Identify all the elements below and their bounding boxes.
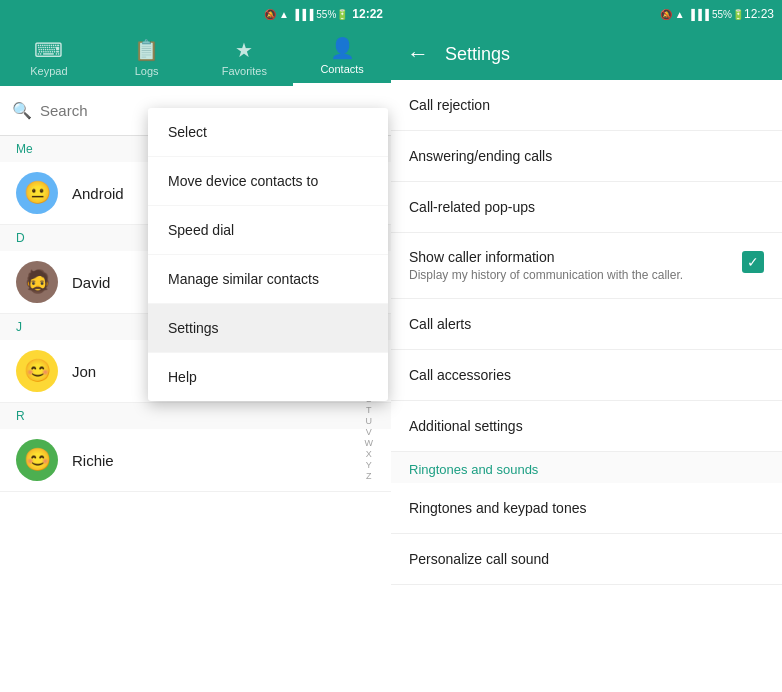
right-mute-icon: 🔕 [660,9,672,20]
left-panel: 🔕 ▲ ▐▐▐ 12:22 55%🔋 12:22 ⌨ Keypad 📋 Logs… [0,0,391,692]
search-icon: 🔍 [12,101,32,120]
tab-favorites-label: Favorites [222,65,267,77]
settings-list: Call rejection Answering/ending calls Ca… [391,80,782,692]
contact-david-name: David [72,274,110,291]
right-wifi-icon: ▲ [675,9,685,20]
avatar-david: 🧔 [16,261,58,303]
caller-info-title: Show caller information [409,249,683,265]
contact-jon-name: Jon [72,363,96,380]
right-status-icons: 🔕 ▲ ▐▐▐ 55%🔋 [660,9,744,20]
contact-richie[interactable]: 😊 Richie [0,429,391,492]
left-time: 12:22 [352,7,383,21]
settings-header: ← Settings [391,28,782,80]
contact-android-name: Android [72,185,124,202]
avatar-android: 😐 [16,172,58,214]
alpha-U[interactable]: U [366,416,373,426]
setting-answering-ending[interactable]: Answering/ending calls [391,131,782,182]
tab-logs-label: Logs [135,65,159,77]
setting-ringtones-keypad[interactable]: Ringtones and keypad tones [391,483,782,534]
tab-favorites[interactable]: ★ Favorites [196,28,294,86]
left-status-icons: 🔕 ▲ ▐▐▐ 12:22 55%🔋 [264,9,348,20]
right-panel: 🔕 ▲ ▐▐▐ 55%🔋 12:23 ← Settings Call rejec… [391,0,782,692]
alpha-Z[interactable]: Z [366,471,372,481]
setting-caller-info[interactable]: Show caller information Display my histo… [391,233,782,299]
setting-call-rejection[interactable]: Call rejection [391,80,782,131]
setting-additional[interactable]: Additional settings [391,401,782,452]
mute-icon: 🔕 [264,9,276,20]
section-ringtones-header: Ringtones and sounds [391,452,782,483]
contacts-icon: 👤 [330,36,355,60]
menu-help[interactable]: Help [148,353,388,401]
alpha-V[interactable]: V [366,427,372,437]
tab-contacts[interactable]: 👤 Contacts [293,28,391,86]
right-status-bar: 🔕 ▲ ▐▐▐ 55%🔋 12:23 [391,0,782,28]
menu-settings[interactable]: Settings [148,304,388,353]
alpha-W[interactable]: W [365,438,374,448]
left-status-bar: 🔕 ▲ ▐▐▐ 12:22 55%🔋 12:22 [0,0,391,28]
logs-icon: 📋 [134,38,159,62]
setting-personalize-call[interactable]: Personalize call sound [391,534,782,585]
battery-icon: 55%🔋 [316,9,348,20]
tab-contacts-label: Contacts [320,63,363,75]
signal-icon: ▐▐▐ [292,9,313,20]
avatar-jon: 😊 [16,350,58,392]
section-header-r: R [0,403,391,429]
menu-select[interactable]: Select [148,108,388,157]
tab-keypad-label: Keypad [30,65,67,77]
keypad-icon: ⌨ [34,38,63,62]
menu-move[interactable]: Move device contacts to [148,157,388,206]
setting-call-accessories[interactable]: Call accessories [391,350,782,401]
menu-manage-similar[interactable]: Manage similar contacts [148,255,388,304]
menu-speed-dial[interactable]: Speed dial [148,206,388,255]
setting-call-popups[interactable]: Call-related pop-ups [391,182,782,233]
right-battery-icon: 55%🔋 [712,9,744,20]
tab-logs[interactable]: 📋 Logs [98,28,196,86]
avatar-richie: 😊 [16,439,58,481]
tab-keypad[interactable]: ⌨ Keypad [0,28,98,86]
dropdown-menu: Select Move device contacts to Speed dia… [148,108,388,401]
caller-info-checkbox[interactable]: ✓ [742,251,764,273]
right-signal-icon: ▐▐▐ [688,9,709,20]
alpha-X[interactable]: X [366,449,372,459]
alpha-Y[interactable]: Y [366,460,372,470]
contact-richie-name: Richie [72,452,114,469]
favorites-icon: ★ [235,38,253,62]
alpha-T[interactable]: T [366,405,372,415]
settings-title: Settings [445,44,510,65]
back-button[interactable]: ← [407,41,429,67]
setting-call-alerts[interactable]: Call alerts [391,299,782,350]
caller-info-subtitle: Display my history of communication with… [409,268,683,282]
tab-bar: ⌨ Keypad 📋 Logs ★ Favorites 👤 Contacts [0,28,391,86]
right-time: 12:23 [744,7,774,21]
wifi-icon: ▲ [279,9,289,20]
